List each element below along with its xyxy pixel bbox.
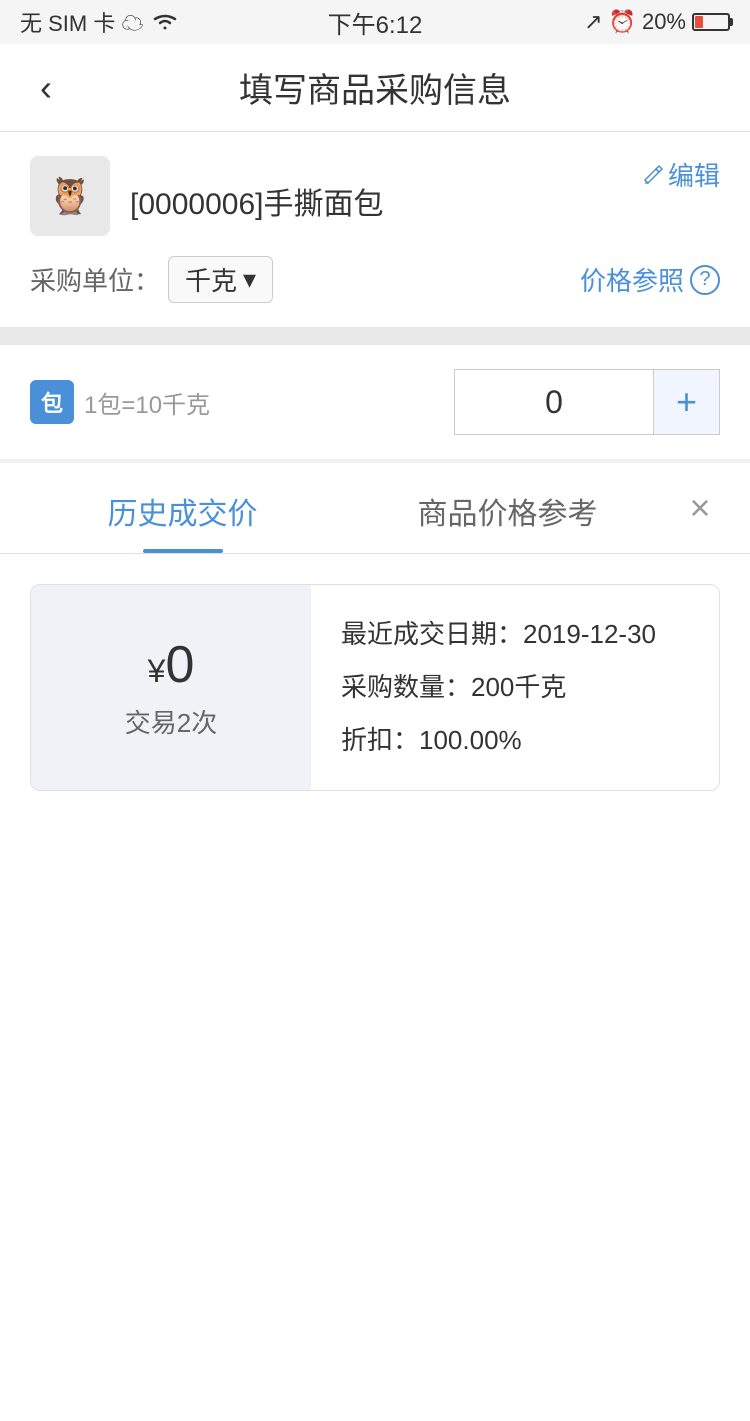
product-section: 🦉 [0000006]手撕面包 编辑 采购单位： 千克 ▾ 价格参照 bbox=[0, 132, 750, 327]
edit-label: 编辑 bbox=[668, 156, 720, 193]
tabs-panel: 历史成交价 商品价格参考 × ¥0 交易2次 最近成交日期：2019-12-30… bbox=[0, 463, 750, 821]
quantity-row: 包 1包=10千克 + bbox=[0, 345, 750, 459]
price-value: 0 bbox=[165, 636, 194, 694]
history-card: ¥0 交易2次 最近成交日期：2019-12-30 采购数量：200千克 折扣：… bbox=[30, 584, 720, 791]
recent-date-label: 最近成交日期： bbox=[341, 619, 523, 649]
purchase-qty-label: 采购数量： bbox=[341, 672, 471, 702]
battery-percent: 20% bbox=[642, 9, 686, 35]
discount-row: 折扣：100.00% bbox=[341, 721, 689, 760]
direction-icon: ↗ bbox=[584, 9, 602, 35]
product-header: 🦉 [0000006]手撕面包 编辑 bbox=[30, 156, 720, 236]
empty-content-area bbox=[0, 821, 750, 1421]
recent-date-value: 2019-12-30 bbox=[523, 619, 656, 649]
product-title: 手撕面包 bbox=[263, 188, 383, 221]
product-thumb-icon: 🦉 bbox=[48, 175, 93, 217]
status-bar: 无 SIM 卡 ☁ 下午6:12 ↗ ⏰ 20% bbox=[0, 0, 750, 44]
history-content: ¥0 交易2次 最近成交日期：2019-12-30 采购数量：200千克 折扣：… bbox=[0, 554, 750, 821]
product-id: [0000006] bbox=[130, 188, 263, 221]
recent-date-row: 最近成交日期：2019-12-30 bbox=[341, 615, 689, 654]
status-time: 下午6:12 bbox=[328, 5, 423, 40]
price-reference-button[interactable]: 价格参照 ? bbox=[580, 261, 720, 298]
help-icon: ? bbox=[690, 265, 720, 295]
tab-history-price[interactable]: 历史成交价 bbox=[20, 463, 345, 553]
unit-badge: 包 bbox=[30, 380, 74, 424]
status-left: 无 SIM 卡 ☁ bbox=[20, 6, 179, 38]
unit-label: 采购单位： 千克 ▾ bbox=[30, 256, 273, 303]
edit-button[interactable]: 编辑 bbox=[642, 156, 720, 193]
sim-status: 无 SIM 卡 ☁ bbox=[20, 6, 143, 38]
card-details-section: 最近成交日期：2019-12-30 采购数量：200千克 折扣：100.00% bbox=[311, 585, 719, 790]
unit-select-dropdown[interactable]: 千克 ▾ bbox=[168, 256, 273, 303]
battery-icon bbox=[692, 13, 730, 31]
product-left: 🦉 [0000006]手撕面包 bbox=[30, 156, 383, 236]
wifi-icon bbox=[151, 12, 179, 32]
card-price-section: ¥0 交易2次 bbox=[31, 585, 311, 790]
back-button[interactable]: ‹ bbox=[30, 57, 62, 119]
tabs-close-button[interactable]: × bbox=[670, 478, 730, 538]
tabs-header: 历史成交价 商品价格参考 × bbox=[0, 463, 750, 554]
edit-icon bbox=[642, 164, 664, 186]
product-thumbnail: 🦉 bbox=[30, 156, 110, 236]
discount-value: 100.00% bbox=[419, 725, 522, 755]
alarm-icon: ⏰ bbox=[609, 9, 636, 35]
unit-info: 包 1包=10千克 bbox=[30, 380, 210, 424]
status-right: ↗ ⏰ 20% bbox=[584, 9, 730, 35]
section-divider bbox=[0, 327, 750, 345]
tab-product-price[interactable]: 商品价格参考 bbox=[345, 463, 670, 553]
product-name: [0000006]手撕面包 bbox=[130, 169, 383, 223]
quantity-plus-button[interactable]: + bbox=[654, 369, 720, 435]
quantity-control: + bbox=[454, 369, 720, 435]
currency-symbol: ¥ bbox=[148, 653, 166, 689]
purchase-qty-row: 采购数量：200千克 bbox=[341, 668, 689, 707]
unit-row: 采购单位： 千克 ▾ 价格参照 ? bbox=[30, 256, 720, 303]
page-title: 填写商品采购信息 bbox=[239, 63, 511, 112]
quantity-input[interactable] bbox=[454, 369, 654, 435]
card-price-display: ¥0 bbox=[148, 635, 195, 695]
discount-label: 折扣： bbox=[341, 725, 419, 755]
purchase-qty-value: 200千克 bbox=[471, 672, 566, 702]
unit-description: 1包=10千克 bbox=[84, 385, 210, 420]
nav-bar: ‹ 填写商品采购信息 bbox=[0, 44, 750, 132]
trade-count: 交易2次 bbox=[125, 703, 217, 740]
